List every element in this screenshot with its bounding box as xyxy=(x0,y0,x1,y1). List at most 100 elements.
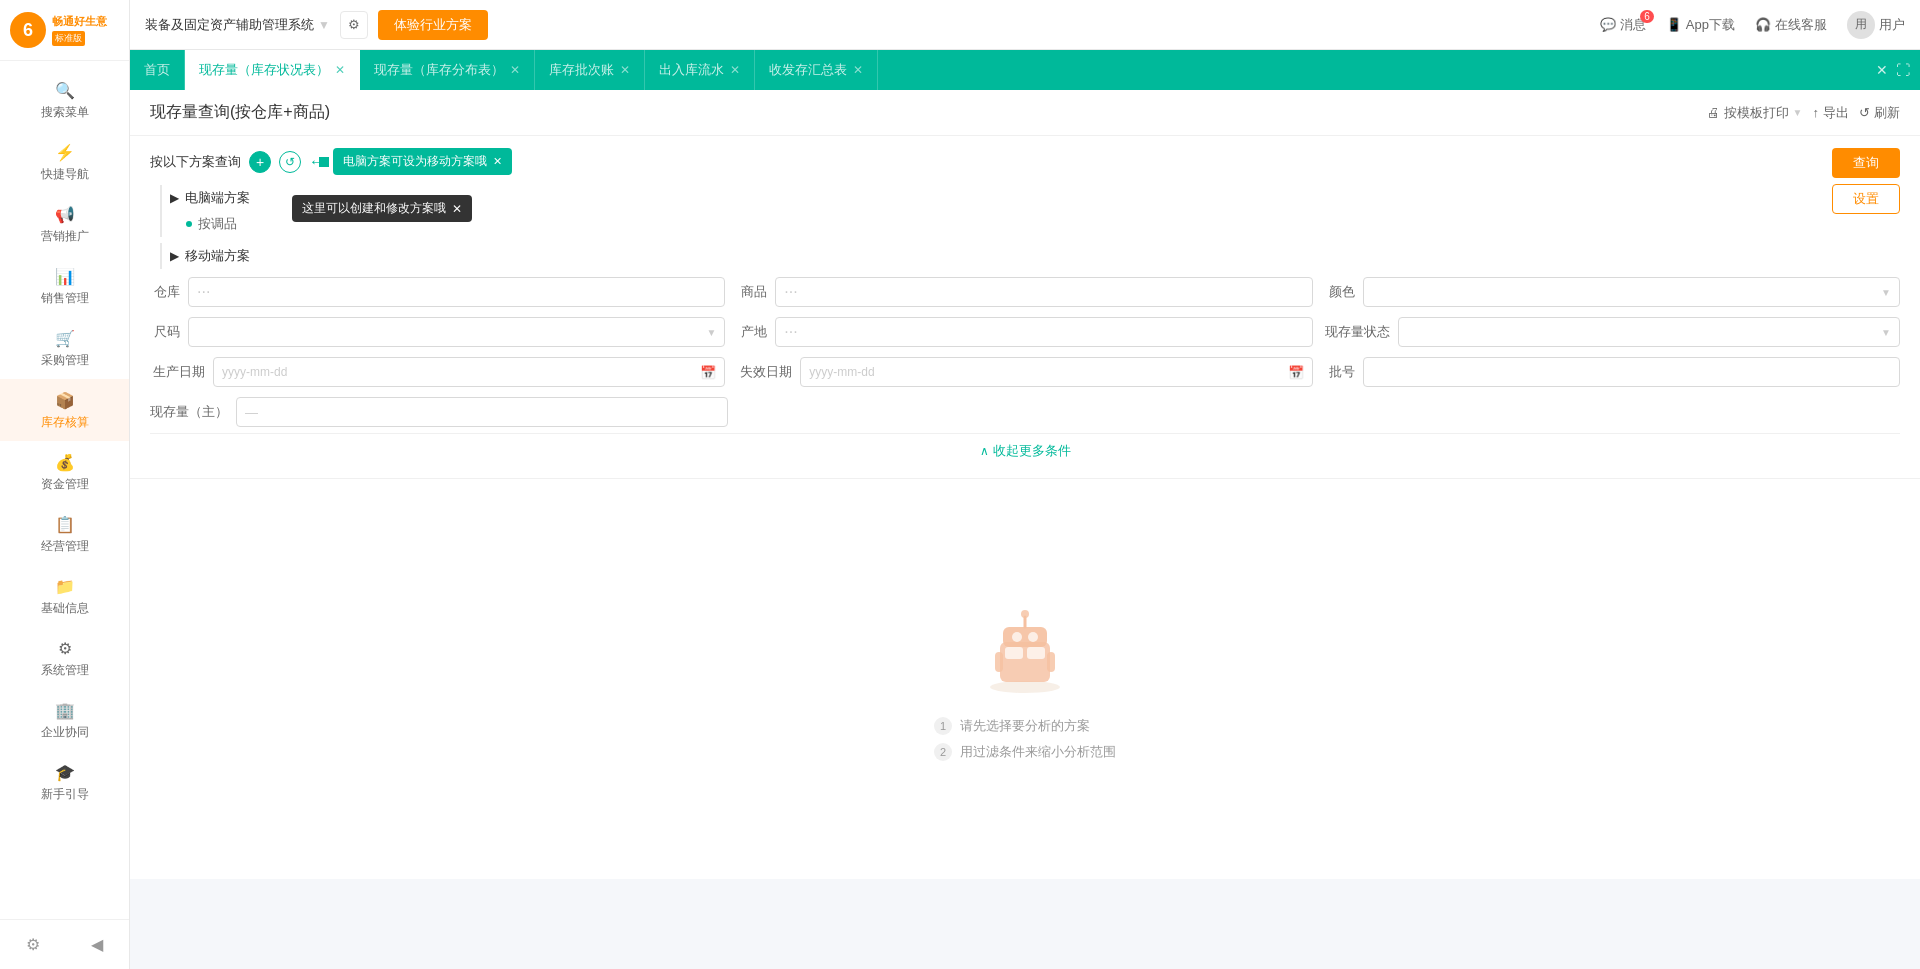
top-header: 装备及固定资产辅助管理系统 ▼ ⚙ 体验行业方案 💬 消息 6 📱 App下载 … xyxy=(130,0,1920,50)
stock-status-select[interactable]: ▼ xyxy=(1398,317,1900,347)
sidebar-item-purchase[interactable]: 🛒 采购管理 xyxy=(0,317,129,379)
export-btn[interactable]: ↑ 导出 xyxy=(1813,104,1850,122)
calendar-icon-mfg: 📅 xyxy=(700,365,716,380)
settings-icon-btn[interactable]: ⚙ xyxy=(340,11,368,39)
tooltip-pc-close[interactable]: ✕ xyxy=(493,155,502,168)
filter-section: 按以下方案查询 + ↺ ← 电脑方案可设为移动方案哦 ✕ xyxy=(130,136,1920,269)
logo-icon: 6 xyxy=(10,12,46,48)
field-mfg-date: 生产日期 yyyy-mm-dd 📅 xyxy=(150,357,725,387)
sidebar-item-finance[interactable]: 💰 资金管理 xyxy=(0,441,129,503)
tab-inout-flow[interactable]: 出入库流水 ✕ xyxy=(645,50,755,90)
mfg-date-input[interactable]: yyyy-mm-dd 📅 xyxy=(213,357,725,387)
tab-inventory-status[interactable]: 现存量（库存状况表） ✕ xyxy=(185,50,360,90)
size-chevron-icon: ▼ xyxy=(706,327,716,338)
pc-tooltip-wrapper: 电脑方案可设为移动方案哦 ✕ xyxy=(333,148,512,175)
mobile-scheme-group: ▶ 移动端方案 xyxy=(160,243,1900,269)
tab-maximize-btn[interactable]: ⛶ xyxy=(1896,62,1910,78)
refresh-btn[interactable]: ↺ 刷新 xyxy=(1859,104,1900,122)
sidebar-item-quick-nav[interactable]: ⚡ 快捷导航 xyxy=(0,131,129,193)
header-left: 装备及固定资产辅助管理系统 ▼ ⚙ 体验行业方案 xyxy=(145,10,488,40)
svg-rect-5 xyxy=(1047,652,1055,672)
batch-input[interactable] xyxy=(1363,357,1900,387)
svg-rect-2 xyxy=(1005,647,1023,659)
sidebar-item-marketing[interactable]: 📢 营销推广 xyxy=(0,193,129,255)
logo-text: 畅通好生意 标准版 xyxy=(52,14,107,46)
close-tab-inventory-dist[interactable]: ✕ xyxy=(510,63,520,77)
refresh-scheme-btn[interactable]: ↺ xyxy=(279,151,301,173)
empty-state: 1 请先选择要分析的方案 2 用过滤条件来缩小分析范围 xyxy=(130,479,1920,879)
online-service-btn[interactable]: 🎧 在线客服 xyxy=(1755,16,1827,34)
sidebar-item-inventory[interactable]: 📦 库存核算 xyxy=(0,379,129,441)
quick-nav-icon: ⚡ xyxy=(54,141,76,163)
tab-inventory-dist[interactable]: 现存量（库存分布表） ✕ xyxy=(360,50,535,90)
close-tab-receive-summary[interactable]: ✕ xyxy=(853,63,863,77)
warehouse-select[interactable]: ··· xyxy=(188,277,725,307)
collapse-bar[interactable]: ∧ 收起更多条件 xyxy=(150,433,1900,468)
tab-home[interactable]: 首页 xyxy=(130,50,185,90)
tooltip-scheme: 这里可以创建和修改方案哦 ✕ xyxy=(292,195,472,222)
filter-label: 按以下方案查询 xyxy=(150,153,241,171)
print-icon: 🖨 xyxy=(1707,105,1720,120)
svg-point-10 xyxy=(1021,610,1029,618)
sidebar-settings-btn[interactable]: ⚙ xyxy=(21,930,45,959)
add-scheme-btn[interactable]: + xyxy=(249,151,271,173)
page-header: 现存量查询(按仓库+商品) 🖨 按模板打印 ▼ ↑ 导出 ↺ 刷新 xyxy=(130,90,1920,136)
search-btn[interactable]: 查询 xyxy=(1832,148,1900,178)
sidebar-item-guide[interactable]: 🎓 新手引导 xyxy=(0,751,129,813)
sidebar: 6 畅通好生意 标准版 🔍 搜索菜单 ⚡ 快捷导航 📢 营销推广 📊 销售管理 … xyxy=(0,0,130,969)
tab-bar: 首页 现存量（库存状况表） ✕ 现存量（库存分布表） ✕ 库存批次账 ✕ 出入库… xyxy=(130,50,1920,90)
user-area[interactable]: 用 用户 xyxy=(1847,11,1905,39)
refresh-icon: ↺ xyxy=(1859,105,1870,120)
origin-select[interactable]: ··· xyxy=(775,317,1312,347)
tab-receive-summary[interactable]: 收发存汇总表 ✕ xyxy=(755,50,878,90)
empty-hint-2: 2 用过滤条件来缩小分析范围 xyxy=(934,743,1116,761)
tab-bar-end: ✕ ⛶ xyxy=(1876,62,1920,78)
guide-icon: 🎓 xyxy=(54,761,76,783)
pc-scheme-group: ▶ 电脑端方案 按调品 这里可以创建和修改方案哦 ✕ xyxy=(160,185,1900,237)
close-tab-batch-account[interactable]: ✕ xyxy=(620,63,630,77)
logo-area: 6 畅通好生意 标准版 xyxy=(0,0,129,61)
sidebar-item-system[interactable]: ⚙ 系统管理 xyxy=(0,627,129,689)
tab-batch-account[interactable]: 库存批次账 ✕ xyxy=(535,50,645,90)
system-name-dropdown[interactable]: 装备及固定资产辅助管理系统 ▼ xyxy=(145,16,330,34)
empty-illustration xyxy=(975,597,1075,697)
color-select[interactable]: ▼ xyxy=(1363,277,1900,307)
sidebar-nav: 🔍 搜索菜单 ⚡ 快捷导航 📢 营销推广 📊 销售管理 🛒 采购管理 📦 库存核… xyxy=(0,61,129,919)
tab-close-all-btn[interactable]: ✕ xyxy=(1876,62,1888,78)
service-icon: 🎧 xyxy=(1755,17,1771,32)
sidebar-item-operation[interactable]: 📋 经营管理 xyxy=(0,503,129,565)
message-btn[interactable]: 💬 消息 6 xyxy=(1600,16,1646,34)
field-warehouse: 仓库 ··· xyxy=(150,277,725,307)
purchase-icon: 🛒 xyxy=(54,327,76,349)
stock-status-chevron-icon: ▼ xyxy=(1881,327,1891,338)
collapse-arrow-icon: ∧ xyxy=(980,444,989,458)
exp-date-input[interactable]: yyyy-mm-dd 📅 xyxy=(800,357,1312,387)
print-btn[interactable]: 🖨 按模板打印 ▼ xyxy=(1707,104,1803,122)
mobile-scheme-header[interactable]: ▶ 移动端方案 xyxy=(170,243,1900,269)
header-right: 💬 消息 6 📱 App下载 🎧 在线客服 用 用户 xyxy=(1600,11,1905,39)
sidebar-item-enterprise[interactable]: 🏢 企业协同 xyxy=(0,689,129,751)
calendar-icon-exp: 📅 xyxy=(1288,365,1304,380)
filter-row-2: 尺码 ▼ 产地 ··· 现存量状态 ▼ xyxy=(150,317,1900,347)
message-icon: 💬 xyxy=(1600,17,1616,32)
svg-rect-4 xyxy=(995,652,1003,672)
size-select[interactable]: ▼ xyxy=(188,317,725,347)
tooltip-scheme-close[interactable]: ✕ xyxy=(452,202,462,216)
try-industry-btn[interactable]: 体验行业方案 xyxy=(378,10,488,40)
sidebar-item-basic[interactable]: 📁 基础信息 xyxy=(0,565,129,627)
sidebar-item-sales[interactable]: 📊 销售管理 xyxy=(0,255,129,317)
stock-qty-input[interactable]: — xyxy=(236,397,728,427)
app-download-btn[interactable]: 📱 App下载 xyxy=(1666,16,1735,34)
close-tab-inout-flow[interactable]: ✕ xyxy=(730,63,740,77)
dot-connector xyxy=(319,157,329,167)
finance-icon: 💰 xyxy=(54,451,76,473)
field-batch: 批号 xyxy=(1325,357,1900,387)
user-avatar: 用 xyxy=(1847,11,1875,39)
close-tab-inventory-status[interactable]: ✕ xyxy=(335,63,345,77)
sidebar-collapse-btn[interactable]: ◀ xyxy=(86,930,108,959)
mobile-scheme-arrow: ▶ xyxy=(170,249,179,263)
filter-fields: 仓库 ··· 商品 ··· 颜色 ▼ xyxy=(130,277,1920,479)
empty-hints: 1 请先选择要分析的方案 2 用过滤条件来缩小分析范围 xyxy=(934,717,1116,761)
product-select[interactable]: ··· xyxy=(775,277,1312,307)
sidebar-item-search-menu[interactable]: 🔍 搜索菜单 xyxy=(0,69,129,131)
